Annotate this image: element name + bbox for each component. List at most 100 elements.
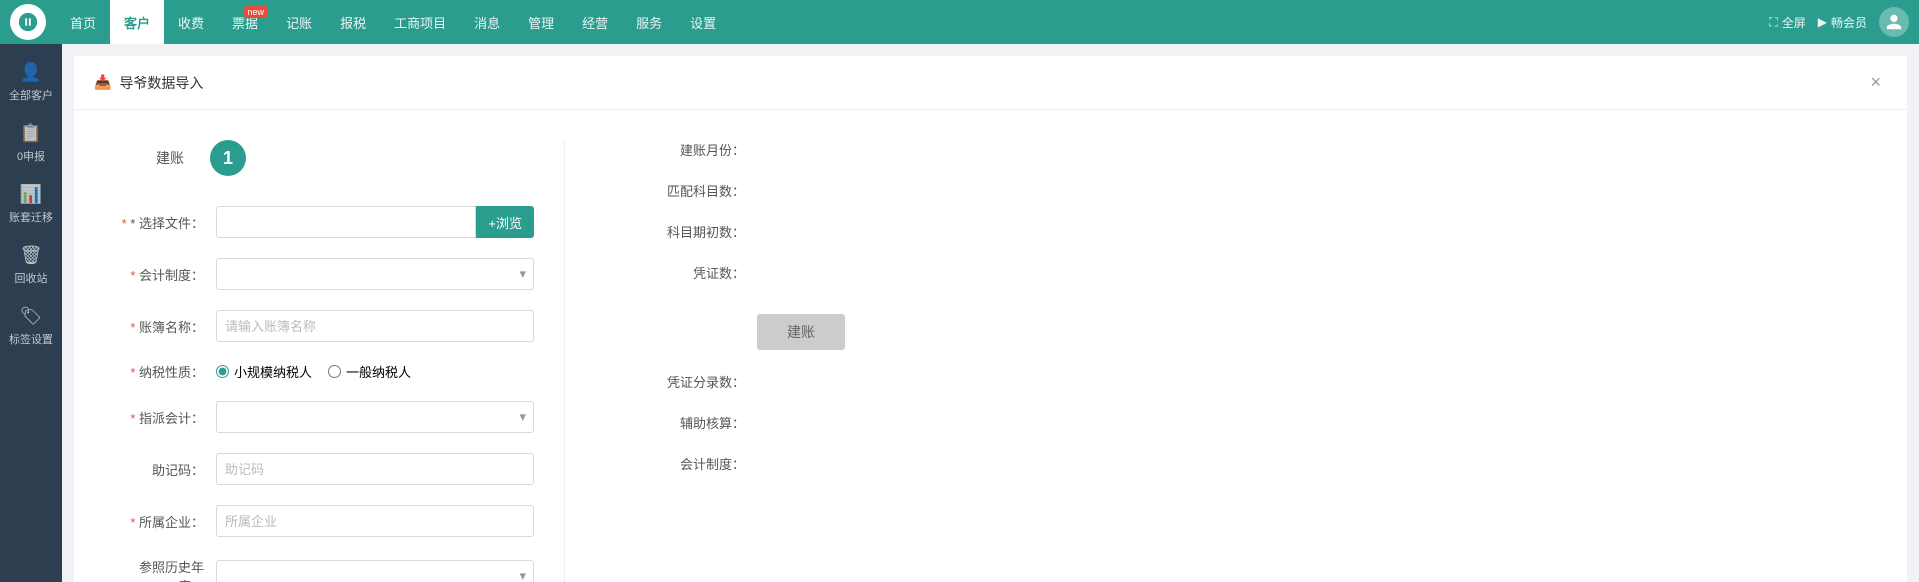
panel-title-text: 导爷数据导入 [119, 73, 203, 93]
trash-icon: 🗑 [20, 245, 43, 266]
nav-settings[interactable]: 设置 [676, 0, 730, 44]
accounting-label: * 会计制度： [114, 265, 204, 284]
month-label: 建账月份： [655, 140, 745, 159]
nav-clients[interactable]: 客户 [110, 0, 164, 44]
tax-general-input[interactable] [328, 365, 341, 378]
form-right: 建账月份： 匹配科目数： 科目期初数： 凭证数： [595, 140, 1867, 582]
tag-icon: 🏷 [20, 306, 43, 327]
sidebar-item-label: 全部客户 [9, 87, 53, 103]
voucher-label: 凭证数： [655, 263, 745, 282]
accountant-label: * 指派会计： [114, 408, 204, 427]
sidebar-item-trash[interactable]: 🗑 回收站 [0, 235, 62, 296]
panel-header: 📥 导爷数据导入 × [74, 56, 1907, 110]
app-logo[interactable] [10, 4, 46, 40]
company-input[interactable] [216, 505, 534, 537]
fullscreen-icon: ⛶ [1769, 15, 1777, 30]
tax-general-radio[interactable]: 一般纳税人 [328, 362, 411, 381]
tax-small-label: 小规模纳税人 [234, 362, 312, 381]
form-left: 建账 1 * * 选择文件： +浏览 [114, 140, 534, 582]
migrate-icon: 📊 [20, 184, 42, 205]
match-row: 匹配科目数： [655, 181, 1867, 200]
nav-management[interactable]: 经营 [568, 0, 622, 44]
step-number: 1 [223, 148, 233, 169]
build-button[interactable]: 建账 [757, 314, 845, 350]
nav-items: 首页 客户 收费 票据 new 记账 报税 工商项目 消息 管理 经营 服务 设… [56, 0, 1769, 44]
sidebar-item-label: 标签设置 [9, 331, 53, 347]
section-divider [564, 140, 565, 582]
sidebar-item-label: 账套迁移 [9, 209, 53, 225]
sidebar-item-all-clients[interactable]: 👤 全部客户 [0, 52, 62, 113]
tax-row: * 纳税性质： 小规模纳税人 一般纳税人 [114, 362, 534, 381]
panel-title: 📥 导爷数据导入 [94, 73, 203, 93]
accounting-select-wrap [216, 258, 534, 290]
member-icon: ▶ [1818, 15, 1827, 29]
tax-small-radio[interactable]: 小规模纳税人 [216, 362, 312, 381]
nav-bookkeeping[interactable]: 记账 [272, 0, 326, 44]
fullscreen-btn[interactable]: ⛶ 全屏 [1769, 14, 1805, 31]
accountant-row: * 指派会计： [114, 401, 534, 433]
sidebar-item-label: 0申报 [17, 148, 45, 164]
nav-business[interactable]: 工商项目 [380, 0, 460, 44]
nav-fees[interactable]: 收费 [164, 0, 218, 44]
history-label: 参照历史年度： [114, 557, 204, 582]
voucher-records-row: 凭证分录数： [655, 372, 1867, 391]
main-layout: 👤 全部客户 📋 0申报 📊 账套迁移 🗑 回收站 🏷 标签设置 📥 导 [0, 44, 1919, 582]
browse-button[interactable]: +浏览 [476, 206, 534, 238]
close-button[interactable]: × [1864, 70, 1887, 95]
accounting-row: * 会计制度： [114, 258, 534, 290]
history-select[interactable] [216, 560, 534, 582]
file-row: * * 选择文件： +浏览 [114, 206, 534, 238]
history-select-wrap [216, 560, 534, 582]
ledger-row: * 账簿名称： [114, 310, 534, 342]
member-label: 畅会员 [1831, 14, 1867, 31]
accounting-system-row: 会计制度： [655, 454, 1867, 473]
nav-service[interactable]: 服务 [622, 0, 676, 44]
nav-tickets[interactable]: 票据 new [218, 0, 272, 44]
nav-tax[interactable]: 报税 [326, 0, 380, 44]
panel-title-icon: 📥 [94, 74, 111, 91]
period-label: 科目期初数： [655, 222, 745, 241]
history-row: 参照历史年度： [114, 557, 534, 582]
company-label: * 所属企业： [114, 512, 204, 531]
ledger-label: * 账簿名称： [114, 317, 204, 336]
match-label: 匹配科目数： [655, 181, 745, 200]
ledger-input[interactable] [216, 310, 534, 342]
accounting-system-label: 会计制度： [655, 454, 745, 473]
tax-small-input[interactable] [216, 365, 229, 378]
sidebar: 👤 全部客户 📋 0申报 📊 账套迁移 🗑 回收站 🏷 标签设置 [0, 44, 62, 582]
voucher-row: 凭证数： [655, 263, 1867, 282]
accounting-select[interactable] [216, 258, 534, 290]
tax-general-label: 一般纳税人 [346, 362, 411, 381]
member-btn[interactable]: ▶ 畅会员 [1818, 14, 1867, 31]
nav-admin[interactable]: 管理 [514, 0, 568, 44]
file-input-wrap: +浏览 [216, 206, 534, 238]
period-row: 科目期初数： [655, 222, 1867, 241]
accountant-select[interactable] [216, 401, 534, 433]
auxiliary-label: 辅助核算： [655, 413, 745, 432]
user-avatar[interactable] [1879, 7, 1909, 37]
nav-home[interactable]: 首页 [56, 0, 110, 44]
sidebar-item-label: 回收站 [15, 270, 48, 286]
file-label: * * 选择文件： [114, 213, 204, 232]
import-panel: 📥 导爷数据导入 × 建账 1 [74, 56, 1907, 582]
nav-message[interactable]: 消息 [460, 0, 514, 44]
top-nav-right: ⛶ 全屏 ▶ 畅会员 [1769, 7, 1909, 37]
auxiliary-row: 辅助核算： [655, 413, 1867, 432]
company-row: * 所属企业： [114, 505, 534, 537]
tax-radio-group: 小规模纳税人 一般纳税人 [216, 362, 534, 381]
tax-label: * 纳税性质： [114, 362, 204, 381]
top-nav: 首页 客户 收费 票据 new 记账 报税 工商项目 消息 管理 经营 服务 设… [0, 0, 1919, 44]
all-clients-icon: 👤 [20, 62, 42, 83]
declare-icon: 📋 [20, 123, 42, 144]
step-circle: 1 [210, 140, 246, 176]
month-row: 建账月份： [655, 140, 1867, 159]
voucher-records-label: 凭证分录数： [655, 372, 745, 391]
file-input[interactable] [216, 206, 476, 238]
sidebar-item-declare[interactable]: 📋 0申报 [0, 113, 62, 174]
content-area: 📥 导爷数据导入 × 建账 1 [62, 44, 1919, 582]
accountant-select-wrap [216, 401, 534, 433]
memo-input[interactable] [216, 453, 534, 485]
sidebar-item-tag[interactable]: 🏷 标签设置 [0, 296, 62, 357]
memo-row: 助记码： [114, 453, 534, 485]
sidebar-item-migrate[interactable]: 📊 账套迁移 [0, 174, 62, 235]
